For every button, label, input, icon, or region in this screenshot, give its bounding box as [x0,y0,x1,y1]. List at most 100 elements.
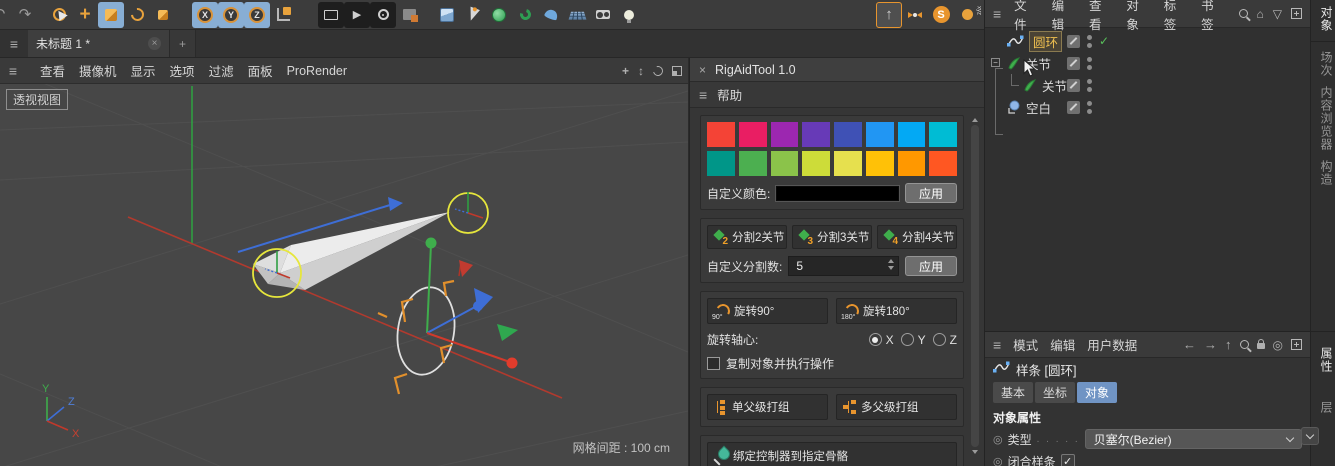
viewport-menu-prorender[interactable]: ProRender [287,64,347,78]
single-parent-group-button[interactable]: 单父级打组 [707,394,828,420]
render-view-button[interactable] [318,1,344,28]
manipulator-y-axis[interactable] [426,243,432,334]
pan-view-icon[interactable]: + [622,64,629,78]
layer-toggle-icon[interactable] [1067,78,1080,92]
last-used-tool-button[interactable] [150,2,176,28]
add-primitive-button[interactable] [434,2,460,28]
add-deformer-button[interactable] [538,2,564,28]
bind-controller-button[interactable]: 绑定控制器到指定骨骼 [707,442,957,466]
panel-scrollbar[interactable] [969,118,981,454]
rotate-view-icon[interactable] [651,63,665,78]
panel-close-button[interactable]: × [699,63,706,77]
color-swatch[interactable] [897,151,926,176]
viewport-menu-options[interactable]: 选项 [170,61,195,80]
tab-close-button[interactable]: × [148,37,161,50]
manipulator-y-handle[interactable] [425,237,437,249]
tab-coordinates[interactable]: 坐标 [1035,382,1076,403]
color-swatch[interactable] [865,122,894,147]
keyframe-ring-icon[interactable]: ◎ [993,433,1003,446]
rotate-180-button[interactable]: 180° 旋转180° [836,298,957,324]
add-modifier-button[interactable] [512,2,538,28]
dock-toggle-button[interactable] [1301,427,1319,445]
manipulator-y-plane-flag[interactable] [497,324,518,341]
scale-tool-button[interactable] [98,1,124,28]
object-row-circle[interactable]: 圆环 ✓ [985,30,1310,52]
closed-spline-checkbox[interactable]: ✓ [1060,454,1075,466]
move-tool-button[interactable]: + [72,2,98,28]
object-name-null[interactable]: 空白 [1026,98,1051,117]
apply-color-button[interactable]: 应用 [905,183,957,203]
record-icon[interactable]: ◎ [1273,338,1283,352]
filter-icon[interactable]: ▽ [1273,7,1282,21]
viewport-menu-camera[interactable]: 摄像机 [79,61,117,80]
axis-z-lock-button[interactable]: Z [244,1,270,28]
add-spline-button[interactable] [460,2,486,28]
scroll-down-icon[interactable] [972,450,978,454]
add-subdivision-button[interactable] [486,2,512,28]
collapse-expander-icon[interactable]: − [991,58,1000,67]
add-light-button[interactable] [616,2,642,28]
color-swatch[interactable] [802,151,830,176]
color-swatch[interactable] [738,122,767,147]
color-swatch[interactable] [802,122,830,147]
color-swatch[interactable] [738,151,767,176]
axis-y-lock-button[interactable]: Y [218,1,244,28]
visibility-dots[interactable] [1087,100,1092,114]
custom-color-field[interactable] [775,184,900,202]
viewport-menu-panel[interactable]: 面板 [248,61,273,80]
lock-icon[interactable] [1256,339,1265,349]
attr-menu-mode[interactable]: 模式 [1013,335,1038,354]
layer-toggle-icon[interactable] [1067,56,1080,70]
radio-y[interactable] [900,333,914,346]
side-tab-structure[interactable]: 构造 [1311,160,1335,186]
color-swatch[interactable] [897,122,926,147]
spinner-arrows[interactable] [888,259,894,270]
enabled-check-icon[interactable]: ✓ [1099,34,1109,48]
scrollbar-thumb[interactable] [971,125,979,447]
color-swatch[interactable] [929,122,957,147]
undo-button[interactable]: ↶ [0,2,12,28]
spline-type-dropdown[interactable]: 贝塞尔(Bezier) [1084,429,1302,449]
color-swatch[interactable] [865,151,894,176]
back-icon[interactable]: ← [1183,337,1196,352]
maximize-view-icon[interactable] [672,65,682,76]
help-menu[interactable]: 帮助 [717,85,742,104]
split-4-joints-button[interactable]: 4 分割4关节 [877,225,957,249]
manipulator-x-handle[interactable] [506,357,518,369]
split-2-joints-button[interactable]: 2 分割2关节 [707,225,787,249]
color-swatch[interactable] [929,151,957,176]
new-tab-button[interactable]: + [170,30,196,57]
color-swatch[interactable] [770,151,799,176]
interactive-render-button[interactable] [396,2,422,28]
render-settings-button[interactable] [370,1,396,28]
manipulator-z-axis[interactable] [426,306,476,334]
forward-icon[interactable]: → [1204,337,1217,352]
snap-settings-button[interactable]: S [928,2,954,28]
live-selection-button[interactable] [46,2,72,28]
object-name-circle[interactable]: 圆环 [1029,30,1063,52]
multi-parent-group-button[interactable]: 多父级打组 [836,394,957,420]
home-icon[interactable]: ⌂ [1257,7,1264,21]
side-tab-layers[interactable]: 层 [1311,401,1335,414]
object-row-null[interactable]: 空白 [985,96,1310,118]
redo-button[interactable]: ↷ [12,2,38,28]
side-tab-takes[interactable]: 场次 [1311,51,1335,77]
render-picture-viewer-button[interactable]: ▶ [344,1,370,28]
attr-menu-userdata[interactable]: 用户数据 [1087,335,1137,354]
apply-split-button[interactable]: 应用 [905,256,957,276]
hamburger-icon[interactable]: ≡ [993,6,1001,22]
snap-toggle-button[interactable] [902,2,928,28]
search-icon[interactable] [1238,9,1248,18]
attr-menu-edit[interactable]: 编辑 [1050,335,1075,354]
viewport-menu-button[interactable]: ≡ [0,63,26,79]
scroll-up-icon[interactable] [972,118,978,122]
coordinate-system-button[interactable] [270,2,296,28]
viewport-menu-view[interactable]: 查看 [40,61,65,80]
color-swatch[interactable] [707,151,735,176]
color-swatch[interactable] [707,122,735,147]
make-editable-button[interactable]: ↑ [876,1,902,28]
copy-object-checkbox[interactable] [707,357,720,370]
add-view-icon[interactable] [1291,339,1302,350]
color-swatch[interactable] [770,122,799,147]
split-count-input[interactable]: 5 [788,256,899,276]
